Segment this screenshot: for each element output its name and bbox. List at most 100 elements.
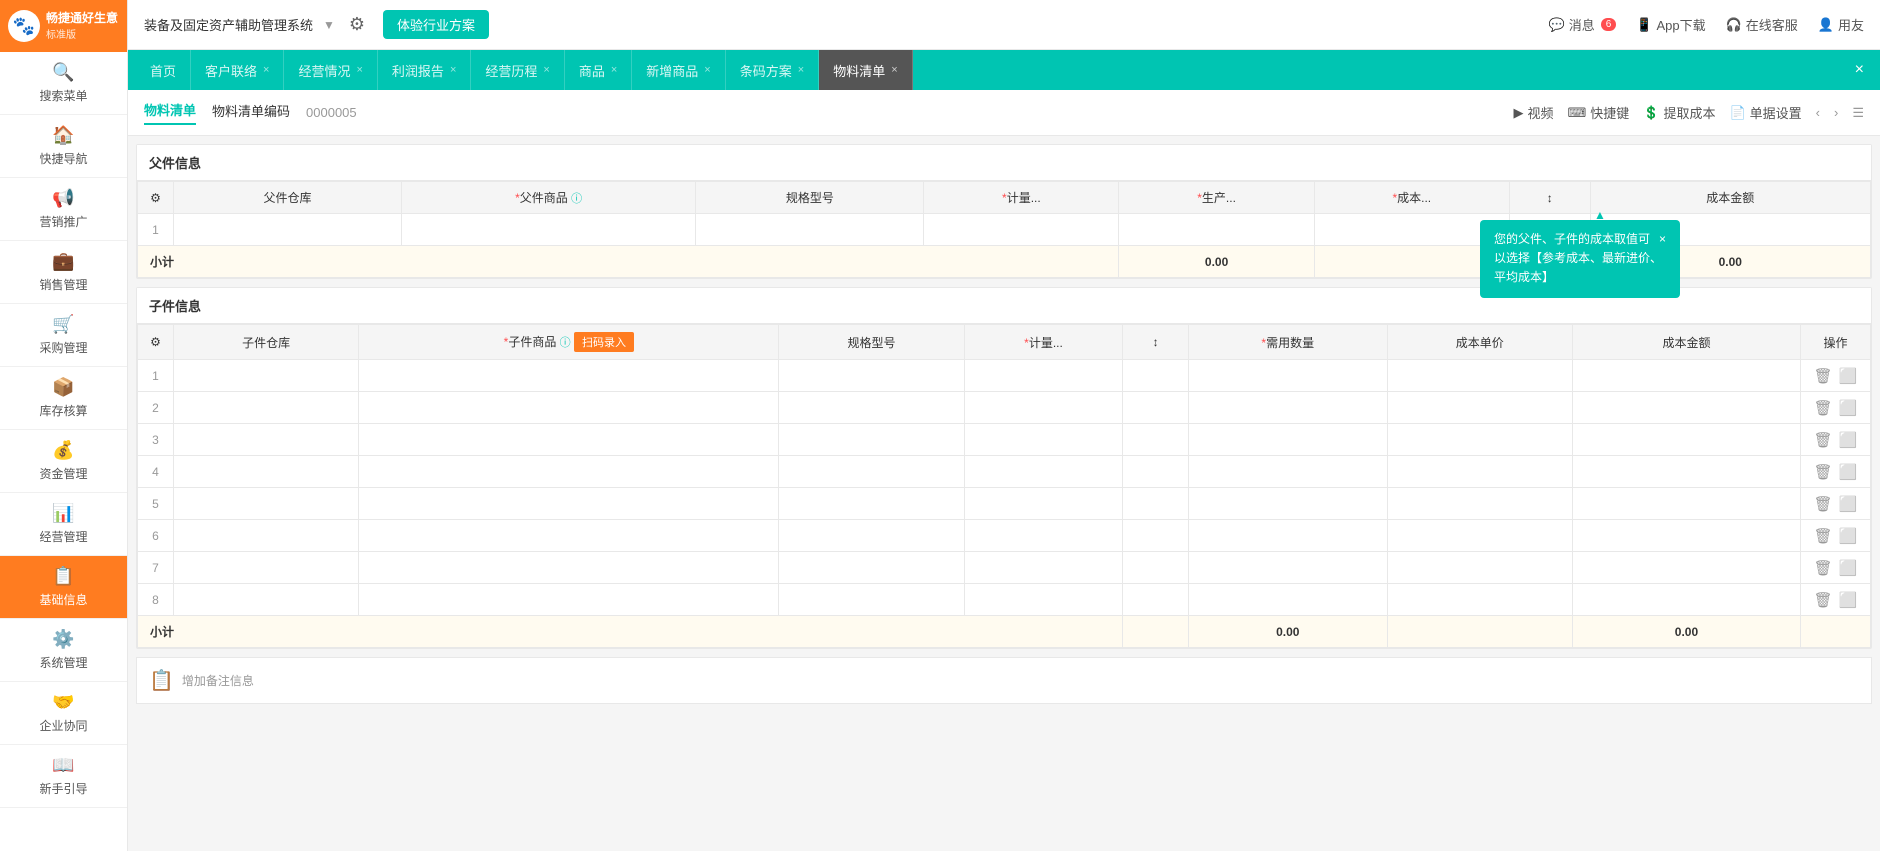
shortcut-button[interactable]: ⌨ 快捷键 — [1567, 103, 1629, 122]
child-cost-amount-cell[interactable] — [1572, 392, 1800, 424]
child-unit-cell[interactable] — [964, 424, 1123, 456]
notes-placeholder[interactable]: 增加备注信息 — [182, 672, 254, 689]
child-product-cell[interactable] — [359, 552, 779, 584]
delete-icon[interactable]: 🗑 — [1814, 495, 1833, 513]
child-cost-amount-cell[interactable] — [1572, 424, 1800, 456]
tab-bom[interactable]: 物料清单 × — [819, 50, 912, 90]
th-child-settings[interactable]: ⚙ — [138, 325, 174, 360]
child-sort-cell[interactable] — [1123, 456, 1189, 488]
parent-unit-cell[interactable] — [924, 214, 1119, 246]
message-button[interactable]: 💬 消息 6 — [1549, 15, 1617, 34]
child-warehouse-cell[interactable] — [174, 584, 359, 616]
child-qty-cell[interactable] — [1188, 360, 1387, 392]
tab-barcode[interactable]: 条码方案 × — [726, 50, 819, 90]
sidebar-item-search[interactable]: 🔍 搜索菜单 — [0, 52, 127, 115]
parent-warehouse-cell[interactable] — [174, 214, 402, 246]
child-product-cell[interactable] — [359, 584, 779, 616]
delete-icon[interactable]: 🗑 — [1814, 527, 1833, 545]
sidebar-item-inventory[interactable]: 📦 库存核算 — [0, 367, 127, 430]
child-sort-cell[interactable] — [1123, 520, 1189, 552]
child-qty-cell[interactable] — [1188, 392, 1387, 424]
sidebar-item-ops[interactable]: 📊 经营管理 — [0, 493, 127, 556]
child-unit-cost-cell[interactable] — [1387, 392, 1572, 424]
child-info-icon[interactable]: ⓘ — [560, 337, 571, 349]
child-cost-amount-cell[interactable] — [1572, 520, 1800, 552]
child-qty-cell[interactable] — [1188, 552, 1387, 584]
child-unit-cell[interactable] — [964, 488, 1123, 520]
child-spec-cell[interactable] — [779, 360, 964, 392]
tab-customer[interactable]: 客户联络 × — [191, 50, 284, 90]
child-qty-cell[interactable] — [1188, 520, 1387, 552]
child-spec-cell[interactable] — [779, 424, 964, 456]
sidebar-item-collab[interactable]: 🤝 企业协同 — [0, 682, 127, 745]
parent-spec-cell[interactable] — [696, 214, 924, 246]
scan-button[interactable]: 扫码录入 — [574, 332, 634, 352]
child-qty-cell[interactable] — [1188, 488, 1387, 520]
copy-icon[interactable]: ⬜ — [1839, 367, 1858, 385]
copy-icon[interactable]: ⬜ — [1839, 399, 1858, 417]
copy-icon[interactable]: ⬜ — [1839, 591, 1858, 609]
tab-history[interactable]: 经营历程 × — [471, 50, 564, 90]
tab-profit[interactable]: 利润报告 × — [378, 50, 471, 90]
child-product-cell[interactable] — [359, 424, 779, 456]
child-sort-cell[interactable] — [1123, 360, 1189, 392]
trial-button[interactable]: 体验行业方案 — [383, 10, 489, 39]
child-warehouse-cell[interactable] — [174, 392, 359, 424]
th-child-sort[interactable]: ↕ — [1123, 325, 1189, 360]
child-warehouse-cell[interactable] — [174, 520, 359, 552]
child-sort-cell[interactable] — [1123, 584, 1189, 616]
video-button[interactable]: ▶ 视频 — [1513, 103, 1553, 122]
child-warehouse-cell[interactable] — [174, 488, 359, 520]
child-sort-cell[interactable] — [1123, 392, 1189, 424]
child-product-cell[interactable] — [359, 488, 779, 520]
child-spec-cell[interactable] — [779, 552, 964, 584]
sidebar-item-sales[interactable]: 💼 销售管理 — [0, 241, 127, 304]
sidebar-item-marketing[interactable]: 📢 营销推广 — [0, 178, 127, 241]
child-warehouse-cell[interactable] — [174, 424, 359, 456]
child-unit-cell[interactable] — [964, 456, 1123, 488]
child-warehouse-cell[interactable] — [174, 360, 359, 392]
delete-icon[interactable]: 🗑 — [1814, 367, 1833, 385]
close-icon[interactable]: × — [543, 64, 549, 76]
extract-cost-button[interactable]: 💲 提取成本 — [1643, 103, 1715, 122]
tooltip-close-button[interactable]: × — [1659, 230, 1666, 249]
copy-icon[interactable]: ⬜ — [1839, 463, 1858, 481]
close-icon[interactable]: × — [356, 64, 362, 76]
child-sort-cell[interactable] — [1123, 552, 1189, 584]
child-unit-cost-cell[interactable] — [1387, 584, 1572, 616]
child-unit-cell[interactable] — [964, 584, 1123, 616]
parent-prod-date-cell[interactable] — [1119, 214, 1314, 246]
child-unit-cost-cell[interactable] — [1387, 552, 1572, 584]
child-unit-cell[interactable] — [964, 360, 1123, 392]
online-service-button[interactable]: 🎧 在线客服 — [1726, 15, 1798, 34]
close-icon[interactable]: × — [891, 64, 897, 76]
copy-icon[interactable]: ⬜ — [1839, 495, 1858, 513]
child-cost-amount-cell[interactable] — [1572, 360, 1800, 392]
sidebar-item-finance[interactable]: 💰 资金管理 — [0, 430, 127, 493]
sidebar-item-purchase[interactable]: 🛒 采购管理 — [0, 304, 127, 367]
sidebar-item-system[interactable]: ⚙️ 系统管理 — [0, 619, 127, 682]
user-menu[interactable]: 👤 用友 — [1818, 15, 1864, 34]
child-cost-amount-cell[interactable] — [1572, 456, 1800, 488]
child-spec-cell[interactable] — [779, 520, 964, 552]
child-spec-cell[interactable] — [779, 584, 964, 616]
sub-tab-bom-code[interactable]: 物料清单编码 — [212, 101, 290, 124]
child-unit-cell[interactable] — [964, 392, 1123, 424]
child-sort-cell[interactable] — [1123, 488, 1189, 520]
child-product-cell[interactable] — [359, 392, 779, 424]
child-warehouse-cell[interactable] — [174, 456, 359, 488]
settings-gear-icon[interactable]: ⚙ — [349, 14, 365, 35]
close-icon[interactable]: × — [704, 64, 710, 76]
child-unit-cost-cell[interactable] — [1387, 456, 1572, 488]
copy-icon[interactable]: ⬜ — [1839, 431, 1858, 449]
sidebar-item-basic-info[interactable]: 📋 基础信息 — [0, 556, 127, 619]
th-sort[interactable]: ↕ — [1509, 182, 1590, 214]
child-product-cell[interactable] — [359, 456, 779, 488]
close-all-tabs-icon[interactable]: × — [1847, 61, 1872, 79]
child-unit-cost-cell[interactable] — [1387, 360, 1572, 392]
child-product-cell[interactable] — [359, 520, 779, 552]
tab-product[interactable]: 商品 × — [565, 50, 632, 90]
close-icon[interactable]: × — [798, 64, 804, 76]
child-product-cell[interactable] — [359, 360, 779, 392]
delete-icon[interactable]: 🗑 — [1814, 591, 1833, 609]
